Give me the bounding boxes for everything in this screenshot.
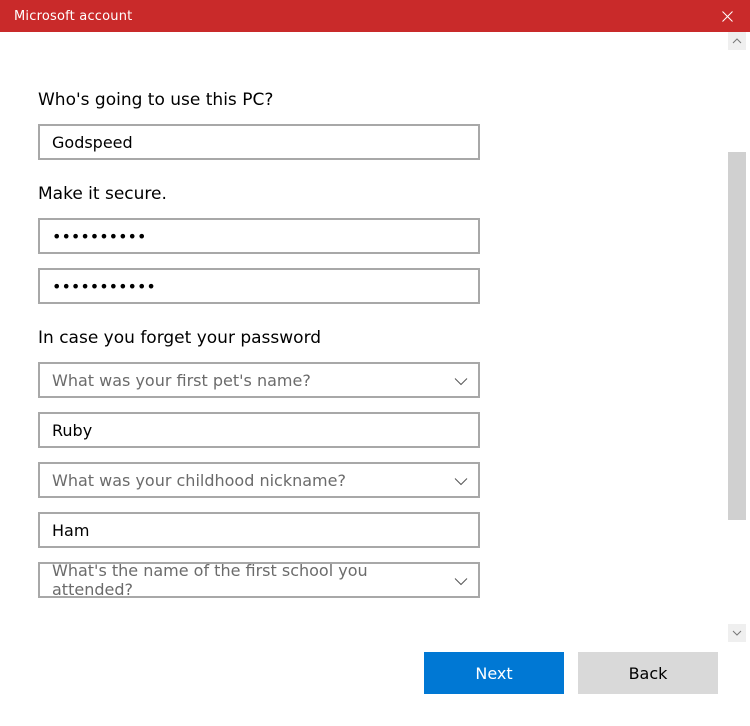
titlebar: Microsoft account — [0, 0, 750, 32]
close-icon — [722, 11, 733, 22]
security-question-3-select[interactable]: What's the name of the first school you … — [38, 562, 480, 598]
password-input[interactable] — [38, 218, 480, 254]
back-button[interactable]: Back — [578, 652, 718, 694]
button-row: Next Back — [424, 652, 718, 694]
security-question-2-select[interactable]: What was your childhood nickname? — [38, 462, 480, 498]
scrollbar[interactable] — [728, 32, 746, 642]
username-label: Who's going to use this PC? — [38, 90, 480, 110]
scroll-down-arrow[interactable] — [728, 624, 746, 642]
form-area: Who's going to use this PC? Make it secu… — [0, 32, 750, 642]
security-answer-1-input[interactable] — [38, 412, 480, 448]
scrollbar-thumb[interactable] — [728, 152, 746, 520]
username-input[interactable] — [38, 124, 480, 160]
chevron-down-icon — [454, 371, 468, 390]
chevron-down-icon — [454, 471, 468, 490]
password-label: Make it secure. — [38, 184, 480, 204]
security-question-1-text: What was your first pet's name? — [52, 371, 311, 390]
window-title: Microsoft account — [14, 9, 705, 24]
recovery-label: In case you forget your password — [38, 328, 480, 348]
close-button[interactable] — [705, 0, 750, 32]
security-question-2-text: What was your childhood nickname? — [52, 471, 346, 490]
chevron-down-icon — [732, 630, 742, 636]
security-question-3-text: What's the name of the first school you … — [52, 561, 438, 599]
security-answer-2-input[interactable] — [38, 512, 480, 548]
scroll-up-arrow[interactable] — [728, 32, 746, 50]
security-question-1-select[interactable]: What was your first pet's name? — [38, 362, 480, 398]
password-confirm-input[interactable] — [38, 268, 480, 304]
next-button[interactable]: Next — [424, 652, 564, 694]
chevron-up-icon — [732, 38, 742, 44]
chevron-down-icon — [454, 571, 468, 590]
